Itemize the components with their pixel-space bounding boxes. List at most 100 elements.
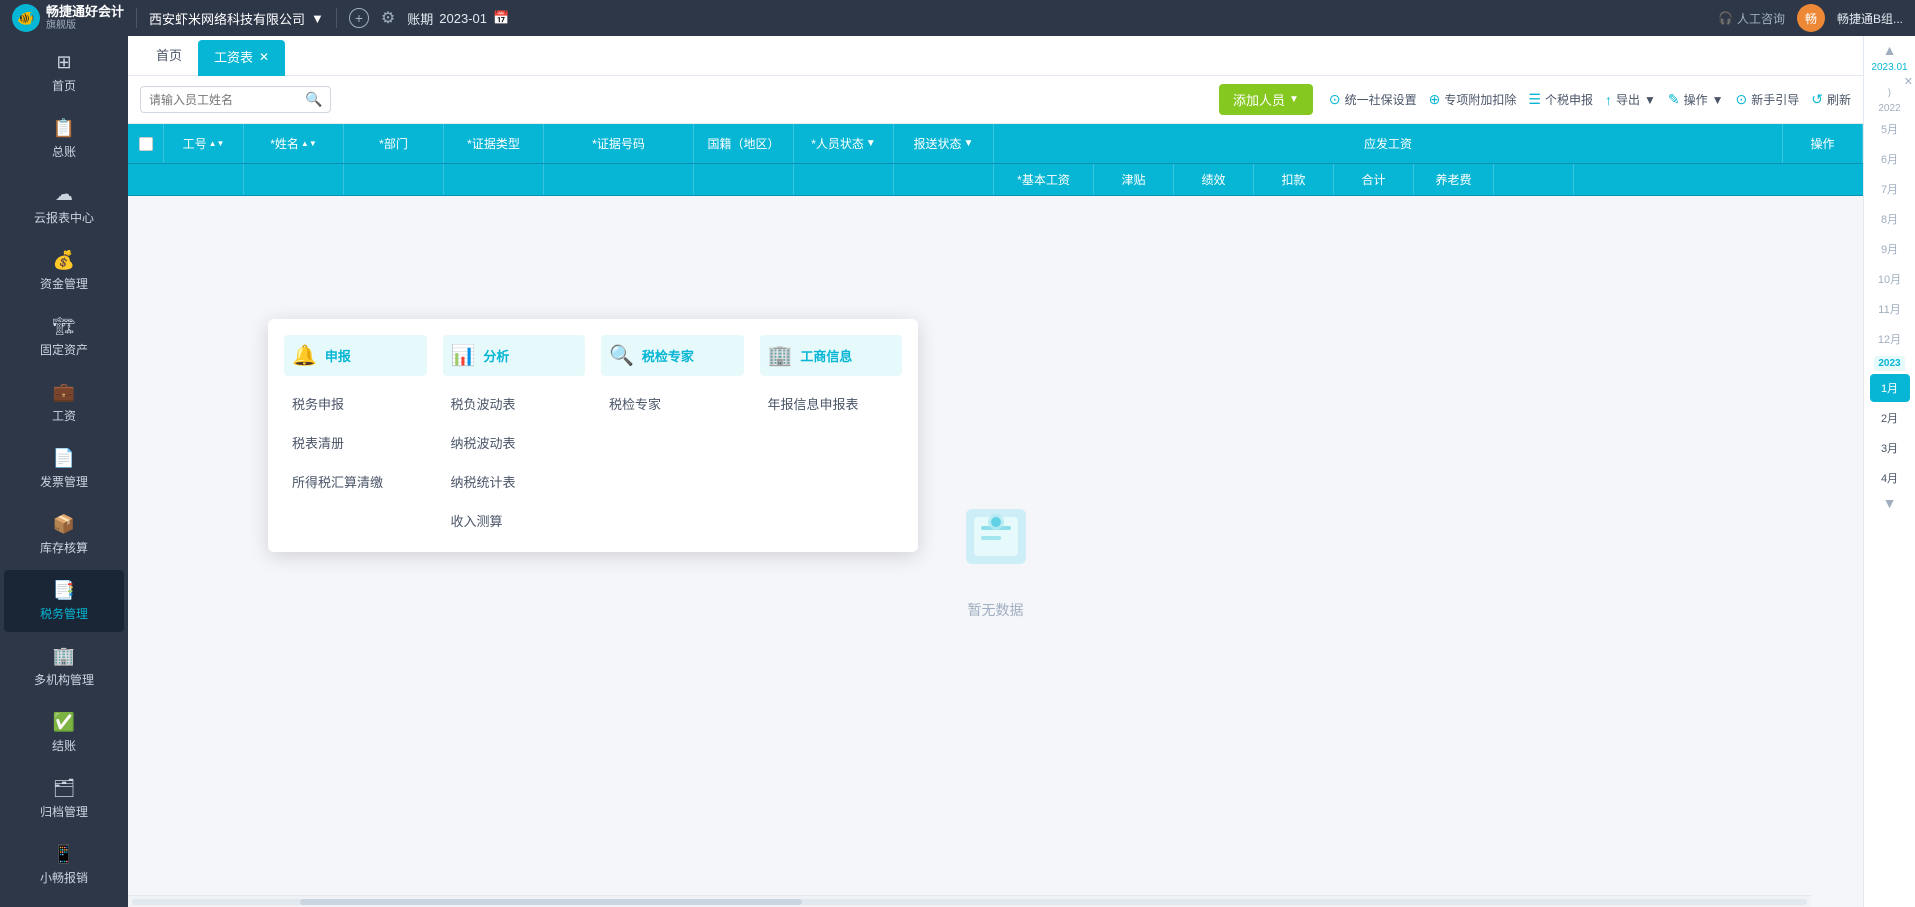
company-selector[interactable]: 西安虾米网络科技有限公司 ▼ xyxy=(149,9,324,28)
th-nationality-label: 国籍（地区） xyxy=(707,135,779,152)
category-gongShang-header: 🏢 工商信息 xyxy=(760,335,903,376)
top-bar: 🐠 畅捷通好会计 旗舰版 西安虾米网络科技有限公司 ▼ + ⚙ 账期 2023-… xyxy=(0,0,1915,36)
th-id-sort[interactable]: ▲▼ xyxy=(209,139,225,148)
sidebar-item-fund[interactable]: 💰 资金管理 xyxy=(4,240,124,302)
sidebar-item-tax[interactable]: 📑 税务管理 xyxy=(4,570,124,632)
sidebar-item-home[interactable]: ⊞ 首页 xyxy=(4,42,124,104)
sidebar-label-archive: 归档管理 xyxy=(40,803,88,820)
tax-report-icon: ☰ xyxy=(1528,91,1541,108)
tab-salary[interactable]: 工资表 ✕ xyxy=(198,40,285,76)
company-dropdown-arrow: ▼ xyxy=(311,11,324,26)
calendar-expand-btn[interactable]: ⟩ xyxy=(1888,88,1892,99)
social-insurance-action[interactable]: ⊙ 统一社保设置 xyxy=(1329,91,1417,108)
export-action[interactable]: ↑ 导出 ▼ xyxy=(1605,91,1656,108)
calendar-nav-down[interactable]: ▼ xyxy=(1874,493,1906,513)
user-name[interactable]: 畅捷通B组... xyxy=(1837,10,1903,27)
sidebar-label-invoice: 发票管理 xyxy=(40,473,88,490)
calendar-close-btn[interactable]: ✕ xyxy=(1904,75,1913,88)
shenBao-label: 申报 xyxy=(325,346,351,365)
refresh-label: 刷新 xyxy=(1827,91,1851,108)
sidebar-item-cloud-report[interactable]: ☁ 云报表中心 xyxy=(4,174,124,236)
cal-month-4[interactable]: 4月 xyxy=(1870,464,1910,492)
sidebar-item-mini-sales[interactable]: 📱 小畅报销 xyxy=(4,834,124,896)
bottom-scrollbar[interactable] xyxy=(128,895,1811,907)
th-basic-wage: *基本工资 xyxy=(994,164,1094,195)
menu-item-tax-payment[interactable]: 纳税波动表 xyxy=(443,427,586,458)
category-fenXi: 📊 分析 税负波动表 纳税波动表 纳税统计表 收入测算 xyxy=(443,335,586,536)
tax-icon: 📑 xyxy=(53,580,75,601)
period-calendar-icon[interactable]: 📅 xyxy=(493,10,509,26)
add-company-button[interactable]: + xyxy=(349,8,369,28)
category-fenXi-header: 📊 分析 xyxy=(443,335,586,376)
menu-item-tax-declaration[interactable]: 税务申报 xyxy=(284,388,427,419)
th-report-filter[interactable]: ▼ xyxy=(964,138,974,149)
sidebar-item-inventory[interactable]: 📦 库存核算 xyxy=(4,504,124,566)
salary-icon: 💼 xyxy=(53,382,75,403)
th-name-sort[interactable]: ▲▼ xyxy=(301,139,317,148)
table-wrapper: 工号 ▲▼ *姓名 ▲▼ *部门 *证据类型 *证据号码 国籍（地区） xyxy=(128,124,1863,907)
menu-item-income-tax-settlement[interactable]: 所得税汇算清缴 xyxy=(284,466,427,497)
export-label: 导出 xyxy=(1616,91,1640,108)
cal-month-2[interactable]: 2月 xyxy=(1870,404,1910,432)
sidebar-item-invoice[interactable]: 📄 发票管理 xyxy=(4,438,124,500)
cal-month-5[interactable]: 5月 xyxy=(1870,115,1910,143)
cal-month-10[interactable]: 10月 xyxy=(1870,265,1910,293)
search-box[interactable]: 🔍 xyxy=(140,86,331,113)
th-id-type-label: *证据类型 xyxy=(467,135,520,152)
sidebar-label-settle: 结账 xyxy=(52,737,76,754)
app-name: 畅捷通好会计 xyxy=(46,4,124,20)
cal-month-1[interactable]: 1月 xyxy=(1870,374,1910,402)
sidebar-item-fixed-assets[interactable]: 🏗 固定资产 xyxy=(4,306,124,368)
cal-month-9[interactable]: 9月 xyxy=(1870,235,1910,263)
category-shuiJian: 🔍 税检专家 税检专家 xyxy=(601,335,744,536)
sidebar-item-settle[interactable]: ✅ 结账 xyxy=(4,702,124,764)
shuiJian-icon: 🔍 xyxy=(609,343,634,368)
sidebar-item-basic-settings[interactable]: ⚙ 基础设置 xyxy=(4,900,124,907)
operations-arrow: ▼ xyxy=(1712,93,1724,107)
category-shenBao-header: 🔔 申报 xyxy=(284,335,427,376)
support-button[interactable]: 🎧 人工咨询 xyxy=(1718,10,1785,27)
cal-month-6[interactable]: 6月 xyxy=(1870,145,1910,173)
search-input[interactable] xyxy=(149,93,299,107)
menu-item-tax-burden[interactable]: 税负波动表 xyxy=(443,388,586,419)
sidebar-item-multi-org[interactable]: 🏢 多机构管理 xyxy=(4,636,124,698)
divider-2 xyxy=(336,8,337,28)
refresh-icon: ↺ xyxy=(1811,91,1823,108)
settings-icon[interactable]: ⚙ xyxy=(381,8,395,28)
menu-item-income-estimate[interactable]: 收入测算 xyxy=(443,505,586,536)
curr-year-label: 2023 xyxy=(1874,356,1904,371)
cal-month-3[interactable]: 3月 xyxy=(1870,434,1910,462)
cal-month-11[interactable]: 11月 xyxy=(1870,295,1910,323)
tab-close-icon[interactable]: ✕ xyxy=(259,50,269,64)
divider-1 xyxy=(136,8,137,28)
menu-item-annual-report[interactable]: 年报信息申报表 xyxy=(760,388,903,419)
th-checkbox[interactable] xyxy=(128,124,164,163)
special-deduction-action[interactable]: ⊕ 专项附加扣除 xyxy=(1429,91,1517,108)
th-id: 工号 ▲▼ xyxy=(164,124,244,163)
cal-month-12[interactable]: 12月 xyxy=(1870,325,1910,353)
refresh-action[interactable]: ↺ 刷新 xyxy=(1811,91,1851,108)
tax-report-action[interactable]: ☰ 个税申报 xyxy=(1528,91,1593,108)
sidebar-item-ledger[interactable]: 📋 总账 xyxy=(4,108,124,170)
cal-month-7[interactable]: 7月 xyxy=(1870,175,1910,203)
scroll-thumb[interactable] xyxy=(300,899,803,905)
sidebar-item-archive[interactable]: 🗂 归档管理 xyxy=(4,768,124,830)
operations-action[interactable]: ✎ 操作 ▼ xyxy=(1668,91,1724,108)
empty-icon xyxy=(946,484,1046,584)
tab-home[interactable]: 首页 xyxy=(140,36,198,76)
menu-item-tax-stats[interactable]: 纳税统计表 xyxy=(443,466,586,497)
calendar-nav-up[interactable]: ▲ xyxy=(1874,40,1906,60)
period-label: 账期 xyxy=(407,9,433,28)
sidebar-item-salary[interactable]: 💼 工资 xyxy=(4,372,124,434)
guide-action[interactable]: ⊙ 新手引导 xyxy=(1736,91,1800,108)
th-status-filter[interactable]: ▼ xyxy=(866,138,876,149)
menu-item-tax-table[interactable]: 税表清册 xyxy=(284,427,427,458)
cal-month-8[interactable]: 8月 xyxy=(1870,205,1910,233)
header-checkbox[interactable] xyxy=(139,137,153,151)
add-person-button[interactable]: 添加人员 ▼ xyxy=(1219,84,1313,115)
guide-label: 新手引导 xyxy=(1751,91,1799,108)
special-deduction-label: 专项附加扣除 xyxy=(1444,91,1516,108)
menu-item-tax-expert[interactable]: 税检专家 xyxy=(601,388,744,419)
sidebar-label-tax: 税务管理 xyxy=(40,605,88,622)
ledger-icon: 📋 xyxy=(53,118,75,139)
